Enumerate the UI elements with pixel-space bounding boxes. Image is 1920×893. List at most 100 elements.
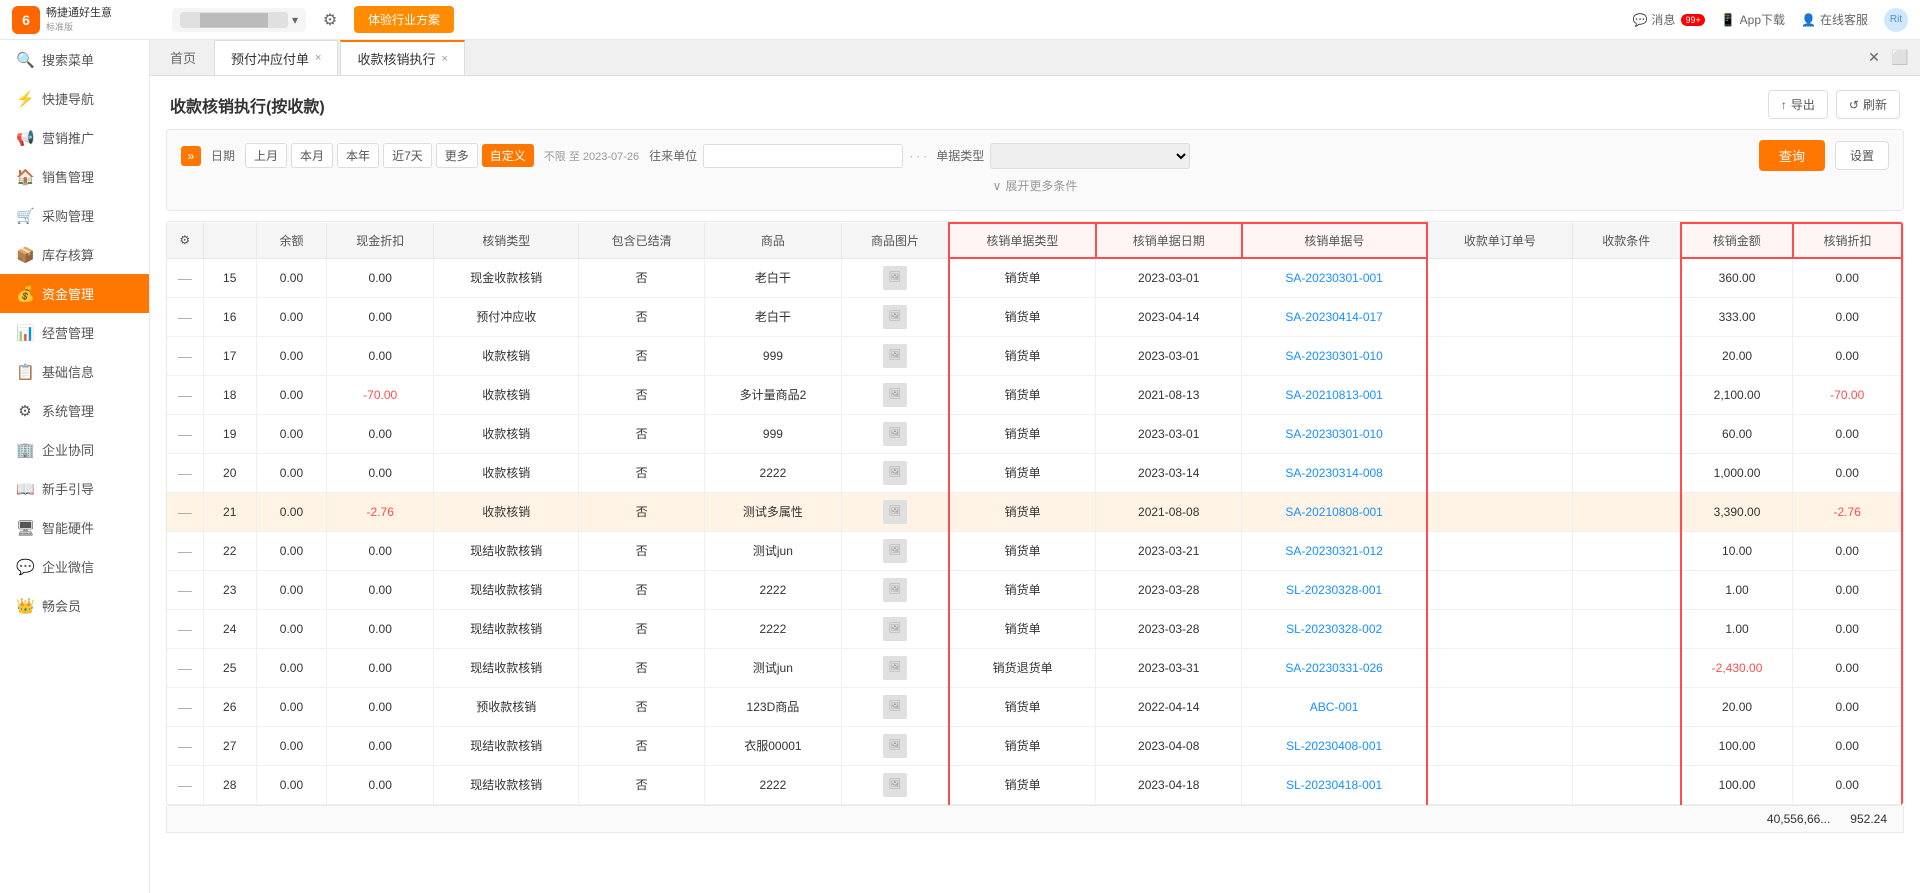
row-settings-cell: — bbox=[167, 609, 203, 648]
row-product-cell: 测试jun bbox=[705, 648, 841, 687]
row-num-cell: 17 bbox=[203, 336, 256, 375]
sidebar-item-base-info[interactable]: 📋基础信息 bbox=[0, 352, 149, 391]
from-unit-label: 往来单位 bbox=[649, 147, 697, 164]
date-custom-btn[interactable]: 自定义 bbox=[482, 144, 534, 167]
sidebar-item-operations[interactable]: 📊经营管理 bbox=[0, 313, 149, 352]
row-num-cell: 19 bbox=[203, 414, 256, 453]
sales-icon: 🏠 bbox=[16, 168, 34, 186]
refresh-button[interactable]: ↺ 刷新 bbox=[1836, 90, 1900, 119]
tab-home[interactable]: 首页 bbox=[154, 40, 212, 75]
row-product-cell: 2222 bbox=[705, 765, 841, 804]
table-row: — 24 0.00 0.00 现结收款核销 否 2222 🖼 销货单 2023-… bbox=[167, 609, 1902, 648]
row-product-cell: 老白干 bbox=[705, 297, 841, 336]
sidebar-item-hardware[interactable]: 🖥智能硬件 bbox=[0, 508, 149, 547]
table-header-row: ⚙ 余额 现金折扣 核销类型 包含已结清 商品 商品图片 核销单据类型 核销单据… bbox=[167, 223, 1902, 258]
sidebar-label-system: 系统管理 bbox=[42, 401, 94, 420]
col-balance: 余额 bbox=[256, 223, 326, 258]
sidebar-label-search: 搜索菜单 bbox=[42, 50, 94, 69]
sidebar-item-sales[interactable]: 🏠销售管理 bbox=[0, 157, 149, 196]
row-settings-cell: — bbox=[167, 375, 203, 414]
row-included-cell: 否 bbox=[579, 609, 705, 648]
row-receipt-cond-cell bbox=[1572, 648, 1680, 687]
row-num-cell: 22 bbox=[203, 531, 256, 570]
date-this-month[interactable]: 本月 bbox=[291, 143, 333, 168]
export-button[interactable]: ↑ 导出 bbox=[1768, 90, 1828, 119]
date-last-7days[interactable]: 近7天 bbox=[383, 143, 432, 168]
settings-button[interactable]: ⚙ bbox=[316, 6, 344, 34]
trial-button[interactable]: 体验行业方案 bbox=[354, 6, 454, 33]
company-name: ████████ bbox=[180, 12, 288, 28]
expand-conditions[interactable]: ∨ 展开更多条件 bbox=[181, 171, 1889, 200]
sidebar-item-quick-nav[interactable]: ⚡快捷导航 bbox=[0, 79, 149, 118]
online-service-action[interactable]: 👤 在线客服 bbox=[1801, 11, 1868, 28]
tab-writeoff[interactable]: 收款核销执行 × bbox=[340, 40, 464, 75]
row-receipt-order-cell bbox=[1427, 258, 1573, 297]
filter-expand-button[interactable]: » bbox=[181, 146, 201, 166]
row-doc-date-cell: 2023-03-28 bbox=[1096, 570, 1242, 609]
col-cash-discount: 现金折扣 bbox=[327, 223, 434, 258]
close-window-btn[interactable]: ✕ bbox=[1862, 46, 1886, 70]
receipt-type-select[interactable] bbox=[990, 143, 1190, 169]
app-download-action[interactable]: 📱 App下载 bbox=[1721, 11, 1785, 28]
sidebar-item-system[interactable]: ⚙系统管理 bbox=[0, 391, 149, 430]
table-row: — 27 0.00 0.00 现结收款核销 否 衣服00001 🖼 销货单 20… bbox=[167, 726, 1902, 765]
row-writeoff-type-cell: 现结收款核销 bbox=[434, 648, 579, 687]
row-product-image-cell: 🖼 bbox=[841, 258, 949, 297]
close-tab2[interactable]: × bbox=[441, 53, 447, 65]
sidebar-item-marketing[interactable]: 📢营销推广 bbox=[0, 118, 149, 157]
row-doc-type-cell: 销货单 bbox=[949, 375, 1095, 414]
row-product-image-cell: 🖼 bbox=[841, 687, 949, 726]
row-balance-cell: 0.00 bbox=[256, 531, 326, 570]
window-controls: ✕ ⬜ bbox=[1862, 46, 1916, 70]
row-amount-cell: 20.00 bbox=[1681, 336, 1793, 375]
dropdown-icon: ▾ bbox=[292, 13, 298, 27]
row-included-cell: 否 bbox=[579, 531, 705, 570]
sidebar-item-wechat[interactable]: 💬企业微信 bbox=[0, 547, 149, 586]
sidebar-item-purchase[interactable]: 🛒采购管理 bbox=[0, 196, 149, 235]
row-receipt-order-cell bbox=[1427, 648, 1573, 687]
row-receipt-cond-cell bbox=[1572, 375, 1680, 414]
date-this-year[interactable]: 本年 bbox=[337, 143, 379, 168]
col-settings[interactable]: ⚙ bbox=[167, 223, 203, 258]
row-product-image-cell: 🖼 bbox=[841, 453, 949, 492]
row-amount-cell: 100.00 bbox=[1681, 765, 1793, 804]
row-doc-no-cell: SL-20230418-001 bbox=[1242, 765, 1427, 804]
sidebar-item-search[interactable]: 🔍搜索菜单 bbox=[0, 40, 149, 79]
row-doc-no-cell: SL-20230328-002 bbox=[1242, 609, 1427, 648]
data-table: ⚙ 余额 现金折扣 核销类型 包含已结清 商品 商品图片 核销单据类型 核销单据… bbox=[167, 222, 1903, 805]
row-balance-cell: 0.00 bbox=[256, 765, 326, 804]
row-num-cell: 24 bbox=[203, 609, 256, 648]
logo-area: 6 畅捷通好生意 标准版 bbox=[12, 6, 162, 34]
date-last-month[interactable]: 上月 bbox=[245, 143, 287, 168]
row-doc-type-cell: 销货单 bbox=[949, 297, 1095, 336]
from-unit-input[interactable] bbox=[703, 144, 903, 168]
sidebar-item-member[interactable]: 👑畅会员 bbox=[0, 586, 149, 625]
company-selector[interactable]: ████████ ▾ bbox=[172, 8, 306, 32]
sidebar-label-hardware: 智能硬件 bbox=[42, 518, 94, 537]
sidebar-item-funds[interactable]: 💰资金管理 bbox=[0, 274, 149, 313]
query-button[interactable]: 查询 bbox=[1759, 140, 1825, 171]
row-receipt-cond-cell bbox=[1572, 414, 1680, 453]
row-doc-type-cell: 销货单 bbox=[949, 453, 1095, 492]
row-discount-cell: 0.00 bbox=[1793, 297, 1902, 336]
row-amount-cell: 1.00 bbox=[1681, 570, 1793, 609]
row-doc-type-cell: 销货单 bbox=[949, 570, 1095, 609]
row-doc-no-cell: SA-20230331-026 bbox=[1242, 648, 1427, 687]
row-discount-cell: 0.00 bbox=[1793, 414, 1902, 453]
message-action[interactable]: 💬 消息 99+ bbox=[1632, 11, 1704, 28]
sidebar-item-inventory[interactable]: 📦库存核算 bbox=[0, 235, 149, 274]
user-profile[interactable]: Rit bbox=[1884, 8, 1908, 32]
date-range-text: 不限 至 2023-07-26 bbox=[544, 148, 639, 164]
tab-prepay[interactable]: 预付冲应付单 × bbox=[214, 40, 338, 75]
row-receipt-order-cell bbox=[1427, 336, 1573, 375]
row-receipt-order-cell bbox=[1427, 531, 1573, 570]
sidebar-item-guide[interactable]: 📖新手引导 bbox=[0, 469, 149, 508]
row-discount-cell: 0.00 bbox=[1793, 258, 1902, 297]
close-tab1[interactable]: × bbox=[315, 52, 321, 64]
sidebar-item-enterprise[interactable]: 🏢企业协同 bbox=[0, 430, 149, 469]
filter-settings-button[interactable]: 设置 bbox=[1835, 141, 1889, 170]
maximize-window-btn[interactable]: ⬜ bbox=[1888, 46, 1912, 70]
row-writeoff-type-cell: 现金收款核销 bbox=[434, 258, 579, 297]
date-more[interactable]: 更多 bbox=[436, 143, 478, 168]
row-product-cell: 2222 bbox=[705, 609, 841, 648]
